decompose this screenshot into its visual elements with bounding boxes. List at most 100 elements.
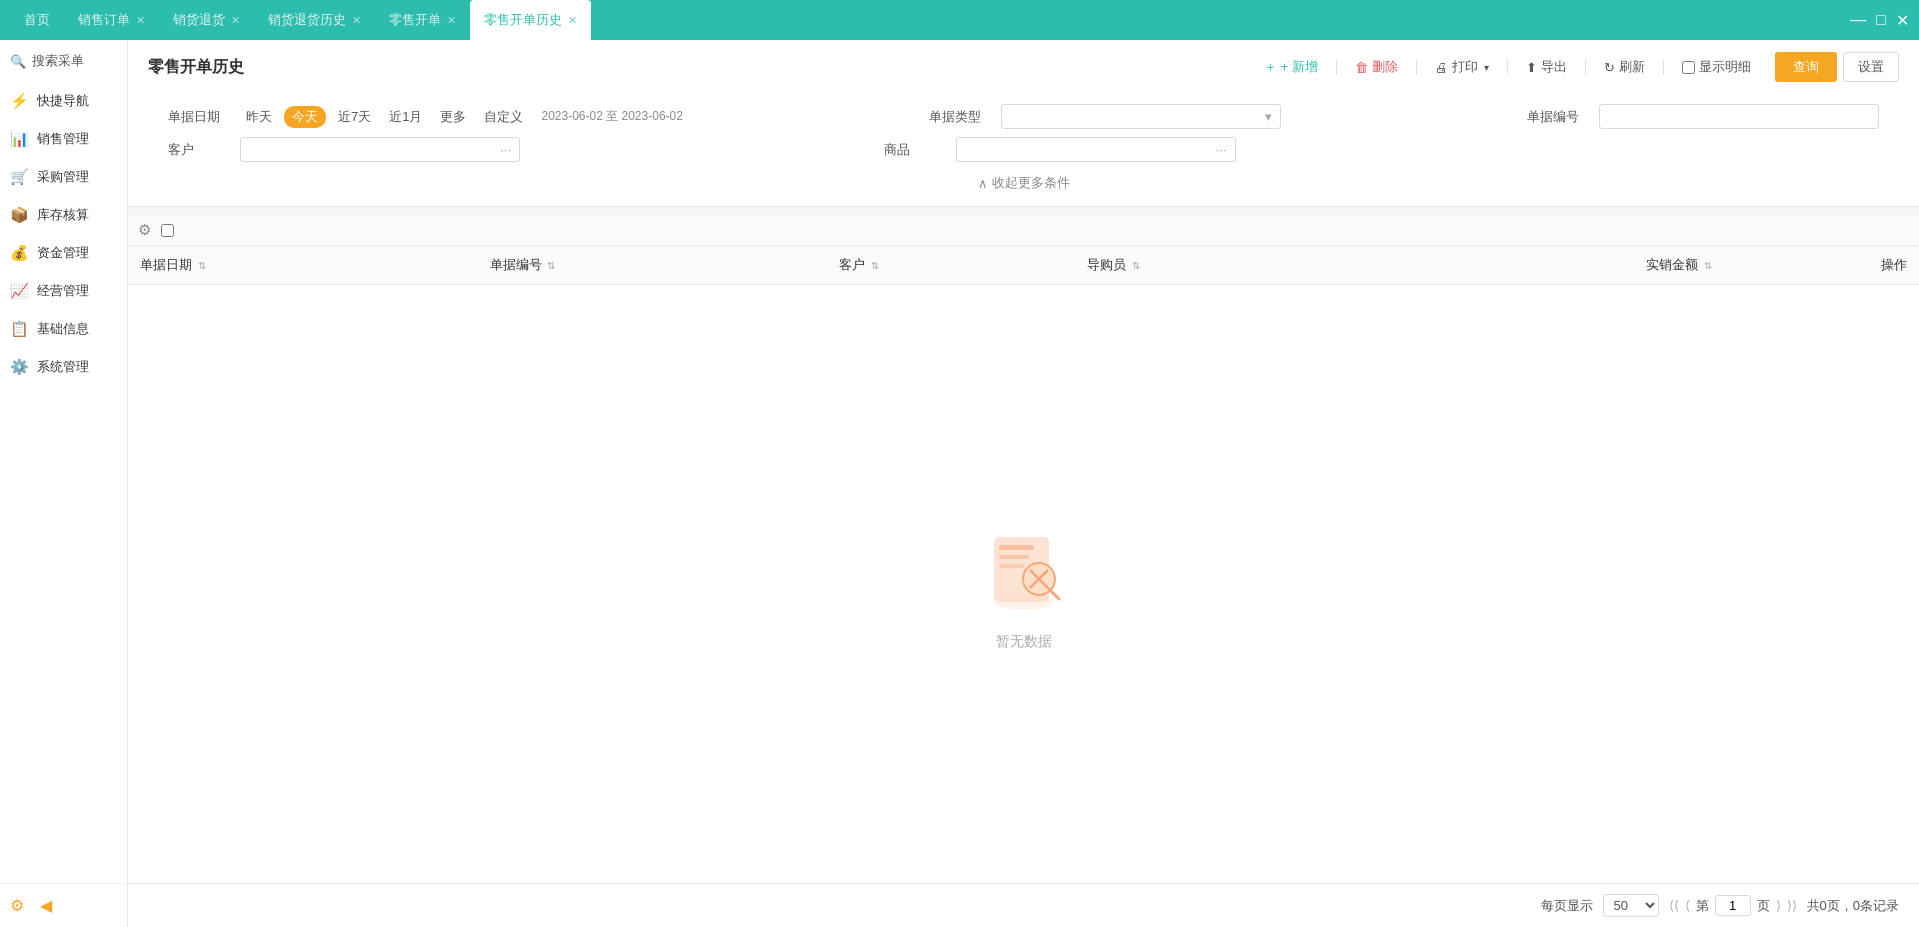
page-first-button[interactable]: ⟨⟨ [1669,898,1679,913]
page-unit: 页 [1757,897,1770,915]
sort-number-icon[interactable]: ⇅ [547,260,555,271]
tab-retail-open[interactable]: 零售开单 ✕ [375,0,470,40]
empty-icon [974,517,1074,617]
settings-bottom-icon[interactable]: ⚙ [10,896,24,915]
number-filter-label: 单据编号 [1527,108,1583,126]
sidebar-item-sales-mgmt[interactable]: 📊 销售管理 [0,120,127,158]
export-button[interactable]: ⬆ 导出 [1526,58,1567,76]
page-label: 第 [1696,897,1709,915]
customer-filter-select[interactable]: ··· [240,137,520,162]
finance-icon: 💰 [10,244,29,262]
pagination: 每页显示 50 10 20 100 ⟨⟨ ⟨ 第 1 页 ⟩ ⟩⟩ 共0页，0条… [128,883,1919,927]
date-range-text: 2023-06-02 至 2023-06-02 [541,108,682,125]
sidebar-item-inventory[interactable]: 📦 库存核算 [0,196,127,234]
collapse-button[interactable]: ∧ 收起更多条件 [168,170,1879,200]
svg-rect-3 [999,555,1029,559]
date-more[interactable]: 更多 [434,106,472,128]
empty-text: 暂无数据 [996,633,1052,651]
date-1month[interactable]: 近1月 [383,106,428,128]
table-area: ⚙ 单据日期 ⇅ 单据编号 ⇅ 客户 [128,215,1919,883]
date-today[interactable]: 今天 [284,106,326,128]
add-icon: ＋ [1264,58,1277,76]
system-mgmt-icon: ⚙️ [10,358,29,376]
page-size-label: 每页显示 [1541,897,1593,915]
collapse-sidebar-icon[interactable]: ◀ [40,896,52,915]
number-filter-input[interactable] [1599,104,1879,129]
page-header: 零售开单历史 ＋ + 新增 🗑 删除 🖨 打印 ▾ [128,40,1919,207]
export-icon: ⬆ [1526,60,1537,75]
minimize-button[interactable]: — [1850,11,1866,29]
tab-close-sales-return[interactable]: ✕ [231,14,240,27]
goods-ellipsis[interactable]: ··· [1216,142,1227,157]
page-prev-button[interactable]: ⟨ [1685,898,1690,913]
toolbar-divider-3 [1507,59,1508,75]
page-size-select[interactable]: 50 10 20 100 [1603,894,1659,917]
tab-home[interactable]: 首页 [10,0,64,40]
display-detail-checkbox[interactable] [1682,61,1695,74]
toolbar-divider-4 [1585,59,1586,75]
sidebar-bottom: ⚙ ◀ [0,883,127,927]
table-toolbar: ⚙ [128,215,1919,246]
sidebar-item-system-mgmt[interactable]: ⚙️ 系统管理 [0,348,127,386]
date-7days[interactable]: 近7天 [332,106,377,128]
add-button[interactable]: ＋ + 新增 [1264,58,1318,76]
select-all-checkbox[interactable] [161,224,174,237]
page-next-button[interactable]: ⟩ [1776,898,1781,913]
settings-button[interactable]: 设置 [1843,52,1899,82]
page-input[interactable]: 1 [1715,895,1751,916]
table-settings-icon[interactable]: ⚙ [138,221,151,239]
query-button[interactable]: 查询 [1775,52,1837,82]
date-filter-label: 单据日期 [168,108,224,126]
delete-icon: 🗑 [1355,60,1368,75]
tab-close-retail-open-history[interactable]: ✕ [568,14,577,27]
window-controls: — □ ✕ [1850,11,1909,30]
tab-close-sales-return-history[interactable]: ✕ [352,14,361,27]
print-button[interactable]: 🖨 打印 ▾ [1435,58,1489,76]
delete-button[interactable]: 🗑 删除 [1355,58,1398,76]
tab-sales-return[interactable]: 销货退货 ✕ [159,0,254,40]
toolbar: ＋ + 新增 🗑 删除 🖨 打印 ▾ [1264,52,1899,82]
sort-amount-icon[interactable]: ⇅ [1704,260,1712,271]
toolbar-divider-1 [1336,59,1337,75]
page-title: 零售开单历史 [148,57,244,78]
date-yesterday[interactable]: 昨天 [240,106,278,128]
tab-close-retail-open[interactable]: ✕ [447,14,456,27]
customer-filter-label: 客户 [168,141,224,159]
date-shortcuts: 昨天 今天 近7天 近1月 更多 自定义 2023-06-02 至 2023-0… [240,106,683,128]
close-button[interactable]: ✕ [1896,11,1909,30]
goods-filter-label: 商品 [884,141,940,159]
sidebar-item-purchase-mgmt[interactable]: 🛒 采购管理 [0,158,127,196]
sidebar-item-quick-nav[interactable]: ⚡ 快捷导航 [0,82,127,120]
tab-sales-order[interactable]: 销售订单 ✕ [64,0,159,40]
page-nav: ⟨⟨ ⟨ 第 1 页 ⟩ ⟩⟩ [1669,895,1797,916]
inventory-icon: 📦 [10,206,29,224]
sidebar-search[interactable]: 🔍 搜索采单 [0,40,127,82]
sort-date-icon[interactable]: ⇅ [198,260,206,271]
sort-guide-icon[interactable]: ⇅ [1132,260,1140,271]
col-number: 单据编号 ⇅ [478,246,828,285]
table-header-row: 单据日期 ⇅ 单据编号 ⇅ 客户 ⇅ 导购员 ⇅ [128,246,1919,285]
col-guide: 导购员 ⇅ [1075,246,1374,285]
empty-state: 暂无数据 [128,285,1919,883]
sort-customer-icon[interactable]: ⇅ [871,260,879,271]
print-arrow-icon: ▾ [1484,62,1489,73]
sidebar-item-basic-info[interactable]: 📋 基础信息 [0,310,127,348]
search-icon: 🔍 [10,54,26,69]
sidebar: 🔍 搜索采单 ⚡ 快捷导航 📊 销售管理 🛒 采购管理 📦 库存核算 💰 资金管… [0,40,128,927]
operations-icon: 📈 [10,282,29,300]
display-detail-button[interactable]: 显示明细 [1682,58,1751,76]
sidebar-item-operations[interactable]: 📈 经营管理 [0,272,127,310]
refresh-button[interactable]: ↻ 刷新 [1604,58,1645,76]
tab-sales-return-history[interactable]: 销货退货历史 ✕ [254,0,375,40]
goods-filter-select[interactable]: ··· [956,137,1236,162]
tab-close-sales-order[interactable]: ✕ [136,14,145,27]
sidebar-item-finance[interactable]: 💰 资金管理 [0,234,127,272]
customer-ellipsis[interactable]: ··· [500,142,511,157]
basic-info-icon: 📋 [10,320,29,338]
date-custom[interactable]: 自定义 [478,106,529,128]
type-filter-select[interactable]: ▾ [1001,104,1281,129]
maximize-button[interactable]: □ [1876,11,1886,29]
type-filter-label: 单据类型 [929,108,985,126]
page-last-button[interactable]: ⟩⟩ [1787,898,1797,913]
tab-retail-open-history[interactable]: 零售开单历史 ✕ [470,0,591,40]
